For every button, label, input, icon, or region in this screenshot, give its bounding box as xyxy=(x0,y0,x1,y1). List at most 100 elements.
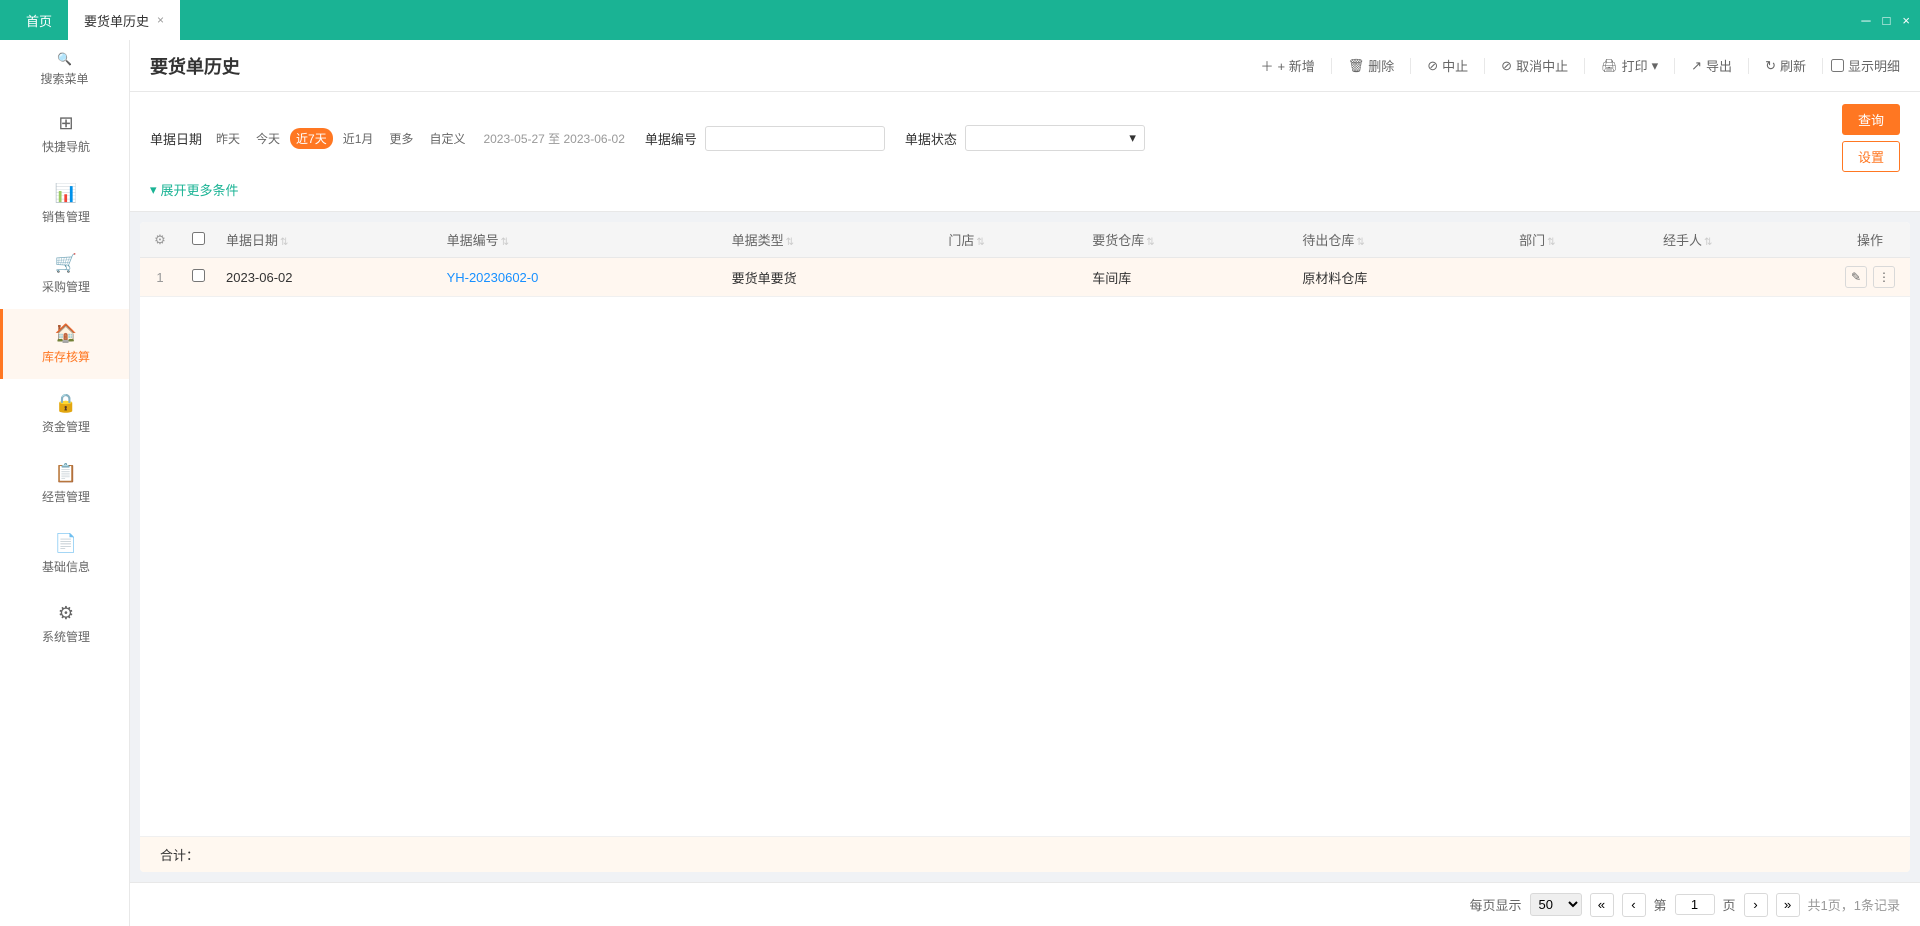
sidebar-item-label: 销售管理 xyxy=(42,208,90,225)
tab-home[interactable]: 首页 xyxy=(10,0,68,40)
select-all-checkbox[interactable] xyxy=(192,232,205,245)
last-page-btn[interactable]: » xyxy=(1776,893,1800,917)
row-docno-link[interactable]: YH-20230602-0 xyxy=(447,270,539,285)
top-bar: 首页 要货单历史 × ─ □ × xyxy=(0,0,1920,40)
sidebar-search-label: 搜索菜单 xyxy=(40,70,88,87)
sidebar-item-sales[interactable]: 📊 销售管理 xyxy=(0,169,129,239)
date-btn-7days[interactable]: 近7天 xyxy=(290,128,333,149)
sidebar-item-purchase[interactable]: 🛒 采购管理 xyxy=(0,239,129,309)
basic-info-icon: 📄 xyxy=(55,533,77,554)
select-all-th[interactable] xyxy=(180,222,216,258)
close-btn-window[interactable]: × xyxy=(1902,13,1910,28)
sidebar-item-label: 资金管理 xyxy=(42,418,90,435)
th-req-warehouse: 要货仓库⇅ xyxy=(1082,222,1292,258)
sidebar-item-finance[interactable]: 🔒 资金管理 xyxy=(0,379,129,449)
divider xyxy=(1674,58,1675,74)
row-checkbox-cell[interactable] xyxy=(180,258,216,297)
cancel-stop-icon: ⊘ xyxy=(1501,58,1512,74)
page-size-label: 每页显示 xyxy=(1469,895,1521,914)
date-btn-yesterday[interactable]: 昨天 xyxy=(210,128,246,149)
sort-icon-req-wh: ⇅ xyxy=(1146,237,1154,248)
query-button[interactable]: 查询 xyxy=(1842,104,1900,135)
th-docno: 单据编号⇅ xyxy=(437,222,722,258)
sidebar-item-system[interactable]: ⚙ 系统管理 xyxy=(0,589,129,659)
page-size-select[interactable]: 50 100 200 xyxy=(1530,893,1582,916)
filter-action-buttons: 查询 设置 xyxy=(1842,104,1900,172)
cancel-stop-button[interactable]: ⊘ 取消中止 xyxy=(1493,52,1576,79)
expand-icon: ▾ xyxy=(150,182,157,198)
page-title: 要货单历史 xyxy=(150,53,240,79)
row-op: ✎ ⋮ xyxy=(1830,258,1910,297)
delete-button[interactable]: 🗑 删除 xyxy=(1340,52,1403,79)
first-page-btn[interactable]: « xyxy=(1590,893,1614,917)
date-btn-custom[interactable]: 自定义 xyxy=(423,128,471,149)
filter-docno-item: 单据编号 xyxy=(645,126,885,151)
th-date: 单据日期⇅ xyxy=(216,222,437,258)
purchase-icon: 🛒 xyxy=(55,253,77,274)
date-btn-more[interactable]: 更多 xyxy=(383,128,419,149)
quick-nav-icon: ⊞ xyxy=(58,113,73,134)
stop-button[interactable]: ⊘ 中止 xyxy=(1419,52,1476,79)
new-icon: ＋ xyxy=(1260,56,1273,75)
delete-icon: 🗑 xyxy=(1348,58,1365,74)
table-row[interactable]: 1 2023-06-02 YH-20230602-0 要货单要货 车间库 原材料… xyxy=(140,258,1910,297)
sidebar-item-label: 基础信息 xyxy=(42,558,90,575)
row-store xyxy=(938,258,1082,297)
op-edit-icon[interactable]: ✎ xyxy=(1845,266,1867,288)
sidebar-search[interactable]: 🔍 搜索菜单 xyxy=(0,40,129,99)
docno-filter-input[interactable] xyxy=(705,126,885,151)
print-button[interactable]: 🖨 打印 ▾ xyxy=(1593,52,1666,79)
page-label: 第 xyxy=(1654,895,1667,914)
row-req-warehouse: 车间库 xyxy=(1082,258,1292,297)
prev-page-btn[interactable]: ‹ xyxy=(1622,893,1646,917)
divider xyxy=(1410,58,1411,74)
main-content: 要货单历史 ＋ + 新增 🗑 删除 ⊘ 中止 ⊘ xyxy=(130,40,1920,926)
gear-th[interactable]: ⚙ xyxy=(140,222,180,258)
sidebar-item-basic-info[interactable]: 📄 基础信息 xyxy=(0,519,129,589)
next-page-btn[interactable]: › xyxy=(1744,893,1768,917)
th-op: 操作 xyxy=(1830,222,1910,258)
show-detail-label: 显示明细 xyxy=(1848,56,1900,75)
sidebar-item-operations[interactable]: 📋 经营管理 xyxy=(0,449,129,519)
table-container: ⚙ 单据日期⇅ 单据编号⇅ 单据类型⇅ 门店⇅ 要货仓库⇅ 待出仓库⇅ 部门⇅ … xyxy=(140,222,1910,836)
row-handler xyxy=(1653,258,1830,297)
row-num: 1 xyxy=(140,258,180,297)
status-filter-select[interactable]: ▾ xyxy=(965,125,1145,151)
sidebar-item-inventory[interactable]: 🏠 库存核算 xyxy=(0,309,129,379)
show-detail-input[interactable] xyxy=(1831,59,1844,72)
minimize-btn[interactable]: ─ xyxy=(1861,13,1870,28)
table-footer: 合计： xyxy=(140,836,1910,872)
print-icon: 🖨 xyxy=(1601,58,1618,74)
op-more-icon[interactable]: ⋮ xyxy=(1873,266,1895,288)
footer-label: 合计： xyxy=(160,845,199,864)
new-button[interactable]: ＋ + 新增 xyxy=(1252,52,1322,79)
maximize-btn[interactable]: □ xyxy=(1883,13,1891,28)
setting-button[interactable]: 设置 xyxy=(1842,141,1900,172)
tab-active[interactable]: 要货单历史 × xyxy=(68,0,180,40)
export-button[interactable]: ↗ 导出 xyxy=(1683,52,1740,79)
pagination: 每页显示 50 100 200 « ‹ 第 页 › » 共1页，1条记录 xyxy=(130,882,1920,926)
sort-icon-wait-wh: ⇅ xyxy=(1356,237,1364,248)
page-number-input[interactable] xyxy=(1675,894,1715,915)
row-checkbox[interactable] xyxy=(192,269,205,282)
filter-row: 单据日期 昨天 今天 近7天 近1月 更多 自定义 2023-05-27 至 2… xyxy=(150,104,1900,172)
divider xyxy=(1822,58,1823,74)
sort-icon-handler: ⇅ xyxy=(1704,237,1712,248)
date-btn-1month[interactable]: 近1月 xyxy=(337,128,380,149)
date-btn-today[interactable]: 今天 xyxy=(250,128,286,149)
expand-filter-btn[interactable]: ▾ 展开更多条件 xyxy=(150,180,1900,199)
header-actions: ＋ + 新增 🗑 删除 ⊘ 中止 ⊘ 取消中止 xyxy=(1252,52,1900,79)
show-detail-checkbox[interactable]: 显示明细 xyxy=(1831,56,1900,75)
sidebar-item-label: 经营管理 xyxy=(42,488,90,505)
op-icons: ✎ ⋮ xyxy=(1840,266,1900,288)
search-icon: 🔍 xyxy=(57,52,72,66)
date-range-text: 2023-05-27 至 2023-06-02 xyxy=(483,130,624,147)
sidebar-item-quick-nav[interactable]: ⊞ 快捷导航 xyxy=(0,99,129,169)
divider xyxy=(1484,58,1485,74)
date-filter-label: 单据日期 xyxy=(150,129,202,148)
refresh-button[interactable]: ↻ 刷新 xyxy=(1757,52,1814,79)
tab-close-btn[interactable]: × xyxy=(157,13,164,27)
divider xyxy=(1331,58,1332,74)
status-select-dropdown-icon: ▾ xyxy=(1129,130,1136,146)
row-docno: YH-20230602-0 xyxy=(437,258,722,297)
